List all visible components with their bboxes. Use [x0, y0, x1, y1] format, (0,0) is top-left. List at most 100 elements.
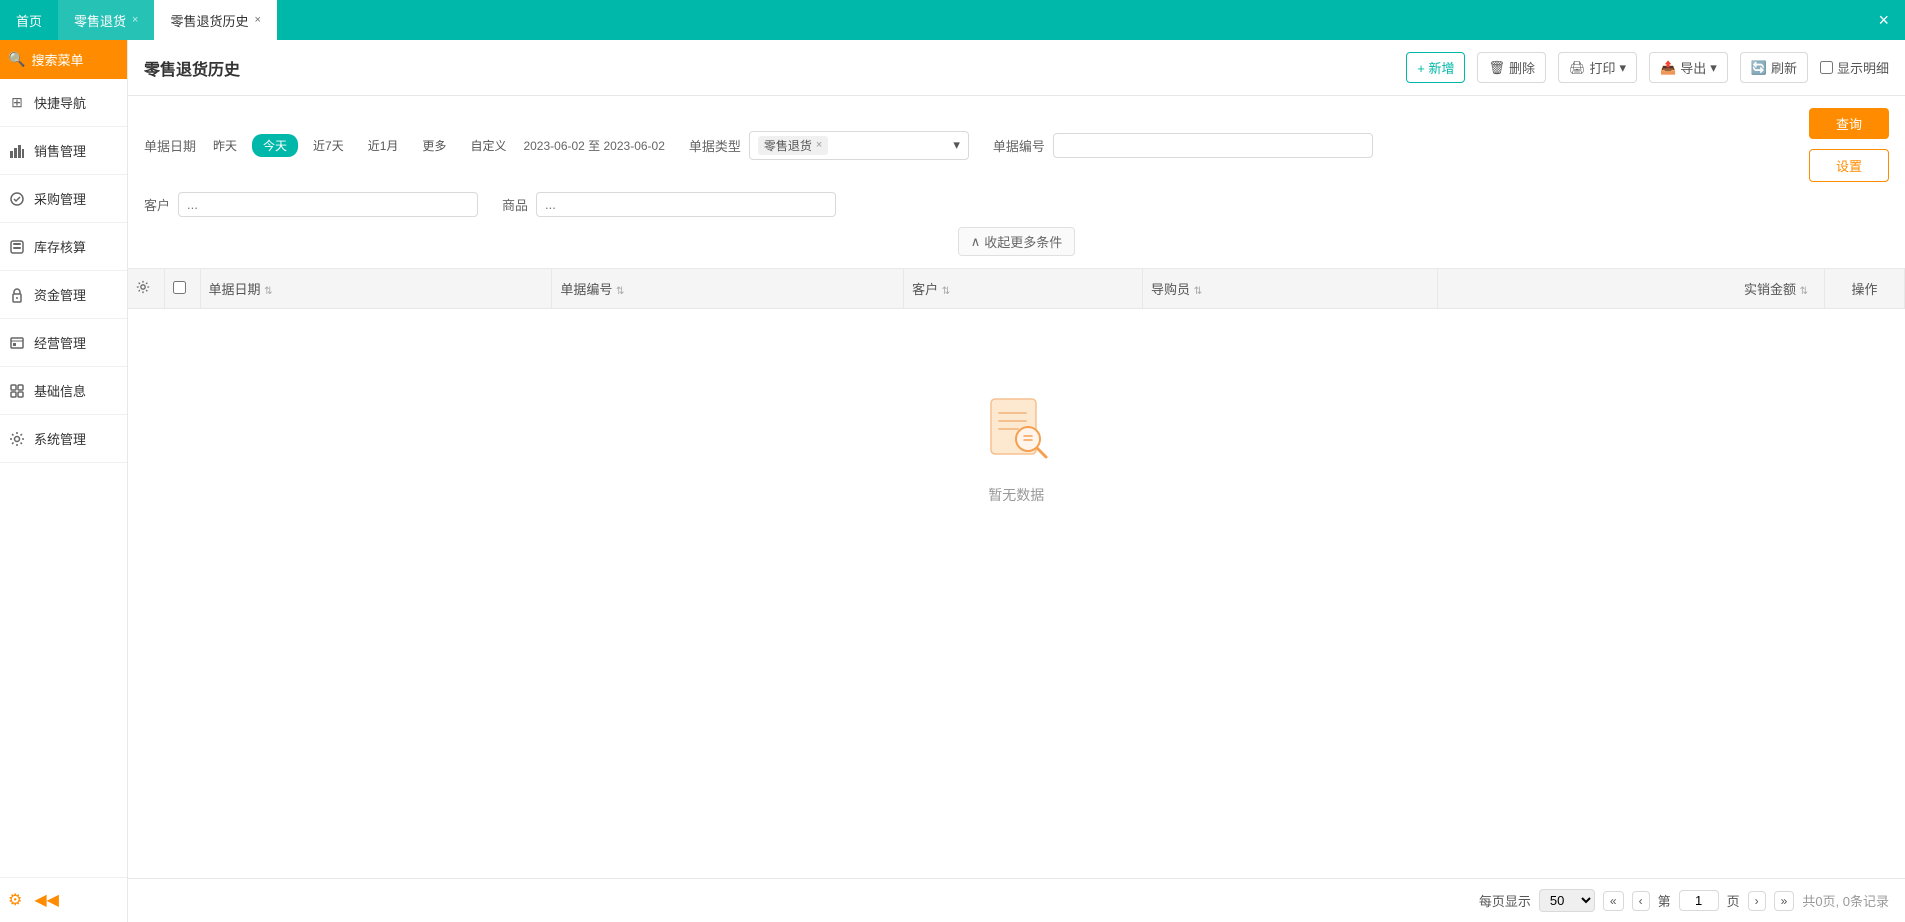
sort-arrows-number: ⇅ [616, 286, 624, 297]
page-header: 零售退货历史 + 新增 🗑 删除 🖨 打印 ▾ 📤 导出 ▾ [128, 40, 1905, 96]
page-title: 零售退货历史 [144, 56, 240, 80]
th-customer[interactable]: 客户 ⇅ [904, 269, 1143, 309]
display-toggle[interactable]: 显示明细 [1820, 58, 1889, 77]
th-amount[interactable]: 实销金额 ⇅ [1438, 269, 1825, 309]
last-page-button[interactable]: » [1774, 891, 1795, 911]
date-btn-yesterday[interactable]: 昨天 [204, 134, 246, 157]
table-header: 单据日期 ⇅ 单据编号 ⇅ 客户 ⇅ 导购员 [128, 269, 1905, 309]
volume-icon[interactable]: ◀◀ [34, 890, 59, 910]
table-body: 暂无数据 [128, 309, 1905, 586]
page-label: 第 [1658, 891, 1671, 910]
sidebar-item-finance[interactable]: 资金管理 [0, 271, 127, 319]
sidebar-item-label: 资金管理 [34, 285, 86, 304]
page-unit: 页 [1727, 891, 1740, 910]
prev-page-button[interactable]: ‹ [1632, 891, 1650, 911]
set-button[interactable]: 设置 [1809, 149, 1889, 182]
sidebar-item-system-mgmt[interactable]: 系统管理 [0, 415, 127, 463]
next-page-button[interactable]: › [1748, 891, 1766, 911]
quick-nav-icon: ⊞ [8, 94, 26, 112]
window-close-button[interactable]: × [1862, 10, 1905, 31]
sidebar-item-basic-info[interactable]: 基础信息 [0, 367, 127, 415]
tab-retail-return-label: 零售退货 [74, 11, 126, 30]
th-date[interactable]: 单据日期 ⇅ [200, 269, 552, 309]
empty-row: 暂无数据 [128, 309, 1905, 586]
export-button[interactable]: 📤 导出 ▾ [1649, 52, 1728, 83]
search-icon: 🔍 [8, 51, 25, 68]
sidebar-item-operations[interactable]: 经营管理 [0, 319, 127, 367]
sidebar-search-label: 搜索菜单 [31, 50, 83, 69]
tab-retail-return-history[interactable]: 零售退货历史 × [154, 0, 276, 40]
select-all-checkbox[interactable] [173, 281, 186, 294]
sidebar-item-label: 基础信息 [34, 381, 86, 400]
number-input[interactable] [1053, 133, 1373, 158]
sidebar-item-inventory[interactable]: 库存核算 [0, 223, 127, 271]
delete-button[interactable]: 🗑 删除 [1477, 52, 1546, 83]
close-icon[interactable]: × [254, 14, 260, 26]
collapse-up-icon: ∧ [971, 234, 981, 250]
page-size-select[interactable]: 10 20 50 100 [1539, 889, 1595, 912]
table-area: 单据日期 ⇅ 单据编号 ⇅ 客户 ⇅ 导购员 [128, 269, 1905, 878]
customer-input[interactable] [178, 192, 478, 217]
date-filter: 昨天 今天 近7天 近1月 更多 自定义 [204, 134, 515, 157]
query-button[interactable]: 查询 [1809, 108, 1889, 139]
collapse-button[interactable]: ∧ 收起更多条件 [958, 227, 1076, 256]
sidebar-item-sales-mgmt[interactable]: 销售管理 [0, 127, 127, 175]
type-tag-close-icon[interactable]: × [816, 139, 822, 151]
type-select[interactable]: 零售退货 × ▾ [749, 131, 969, 160]
sidebar-search[interactable]: 🔍 搜索菜单 [0, 40, 127, 79]
th-guide[interactable]: 导购员 ⇅ [1143, 269, 1438, 309]
date-btn-today[interactable]: 今天 [252, 134, 298, 157]
type-tag: 零售退货 × [758, 136, 828, 155]
system-mgmt-icon [8, 430, 26, 448]
refresh-icon: 🔄 [1751, 60, 1767, 76]
tab-home[interactable]: 首页 [0, 0, 58, 40]
table-header-row: 单据日期 ⇅ 单据编号 ⇅ 客户 ⇅ 导购员 [128, 269, 1905, 309]
empty-text: 暂无数据 [988, 485, 1044, 505]
first-page-button[interactable]: « [1603, 891, 1624, 911]
date-btn-1month[interactable]: 近1月 [359, 134, 408, 157]
settings-bottom-icon[interactable]: ⚙ [8, 890, 22, 910]
number-label: 单据编号 [993, 136, 1045, 155]
sidebar-bottom: ⚙ ◀◀ [0, 877, 127, 922]
number-filter-item: 单据编号 [993, 133, 1373, 158]
header-actions: + 新增 🗑 删除 🖨 打印 ▾ 📤 导出 ▾ 🔄 刷新 [1406, 52, 1889, 83]
date-range: 2023-06-02 至 2023-06-02 [523, 137, 664, 154]
query-actions: 查询 设置 [1809, 108, 1889, 182]
refresh-button[interactable]: 🔄 刷新 [1740, 52, 1808, 83]
sidebar-item-label: 经营管理 [34, 333, 86, 352]
sort-arrows-amount: ⇅ [1800, 286, 1808, 297]
delete-icon: 🗑 [1488, 60, 1505, 76]
th-settings[interactable] [128, 269, 164, 309]
date-btn-custom[interactable]: 自定义 [461, 134, 515, 157]
sidebar-item-purchase-mgmt[interactable]: 采购管理 [0, 175, 127, 223]
date-label: 单据日期 [144, 136, 196, 155]
type-label: 单据类型 [689, 136, 741, 155]
add-button[interactable]: + 新增 [1406, 52, 1465, 83]
print-button[interactable]: 🖨 打印 ▾ [1558, 52, 1637, 83]
date-btn-more[interactable]: 更多 [413, 134, 455, 157]
data-table: 单据日期 ⇅ 单据编号 ⇅ 客户 ⇅ 导购员 [128, 269, 1905, 585]
sort-arrows-date: ⇅ [264, 286, 272, 297]
th-checkbox[interactable] [164, 269, 200, 309]
sort-arrows-guide: ⇅ [1194, 286, 1202, 297]
sort-arrows-customer: ⇅ [942, 286, 950, 297]
inventory-icon [8, 238, 26, 256]
tab-retail-return[interactable]: 零售退货 × [58, 0, 154, 40]
page-input[interactable]: 1 [1679, 890, 1719, 911]
filter-row-1: 单据日期 昨天 今天 近7天 近1月 更多 自定义 2023-06-02 至 2… [144, 108, 1889, 182]
nav-tabs: 首页 零售退货 × 零售退货历史 × [0, 0, 1862, 40]
filter-area: 单据日期 昨天 今天 近7天 近1月 更多 自定义 2023-06-02 至 2… [128, 96, 1905, 269]
collapse-row: ∧ 收起更多条件 [144, 227, 1889, 256]
date-btn-7days[interactable]: 近7天 [304, 134, 353, 157]
finance-icon [8, 286, 26, 304]
content-area: 零售退货历史 + 新增 🗑 删除 🖨 打印 ▾ 📤 导出 ▾ [128, 40, 1905, 922]
sidebar-item-quick-nav[interactable]: ⊞ 快捷导航 [0, 79, 127, 127]
th-number[interactable]: 单据编号 ⇅ [552, 269, 904, 309]
display-toggle-label: 显示明细 [1837, 58, 1889, 77]
close-icon[interactable]: × [132, 14, 138, 26]
sidebar-item-label: 系统管理 [34, 429, 86, 448]
goods-input[interactable] [536, 192, 836, 217]
display-toggle-checkbox[interactable] [1820, 61, 1833, 74]
goods-label: 商品 [502, 195, 528, 214]
sidebar-item-label: 快捷导航 [34, 93, 86, 112]
